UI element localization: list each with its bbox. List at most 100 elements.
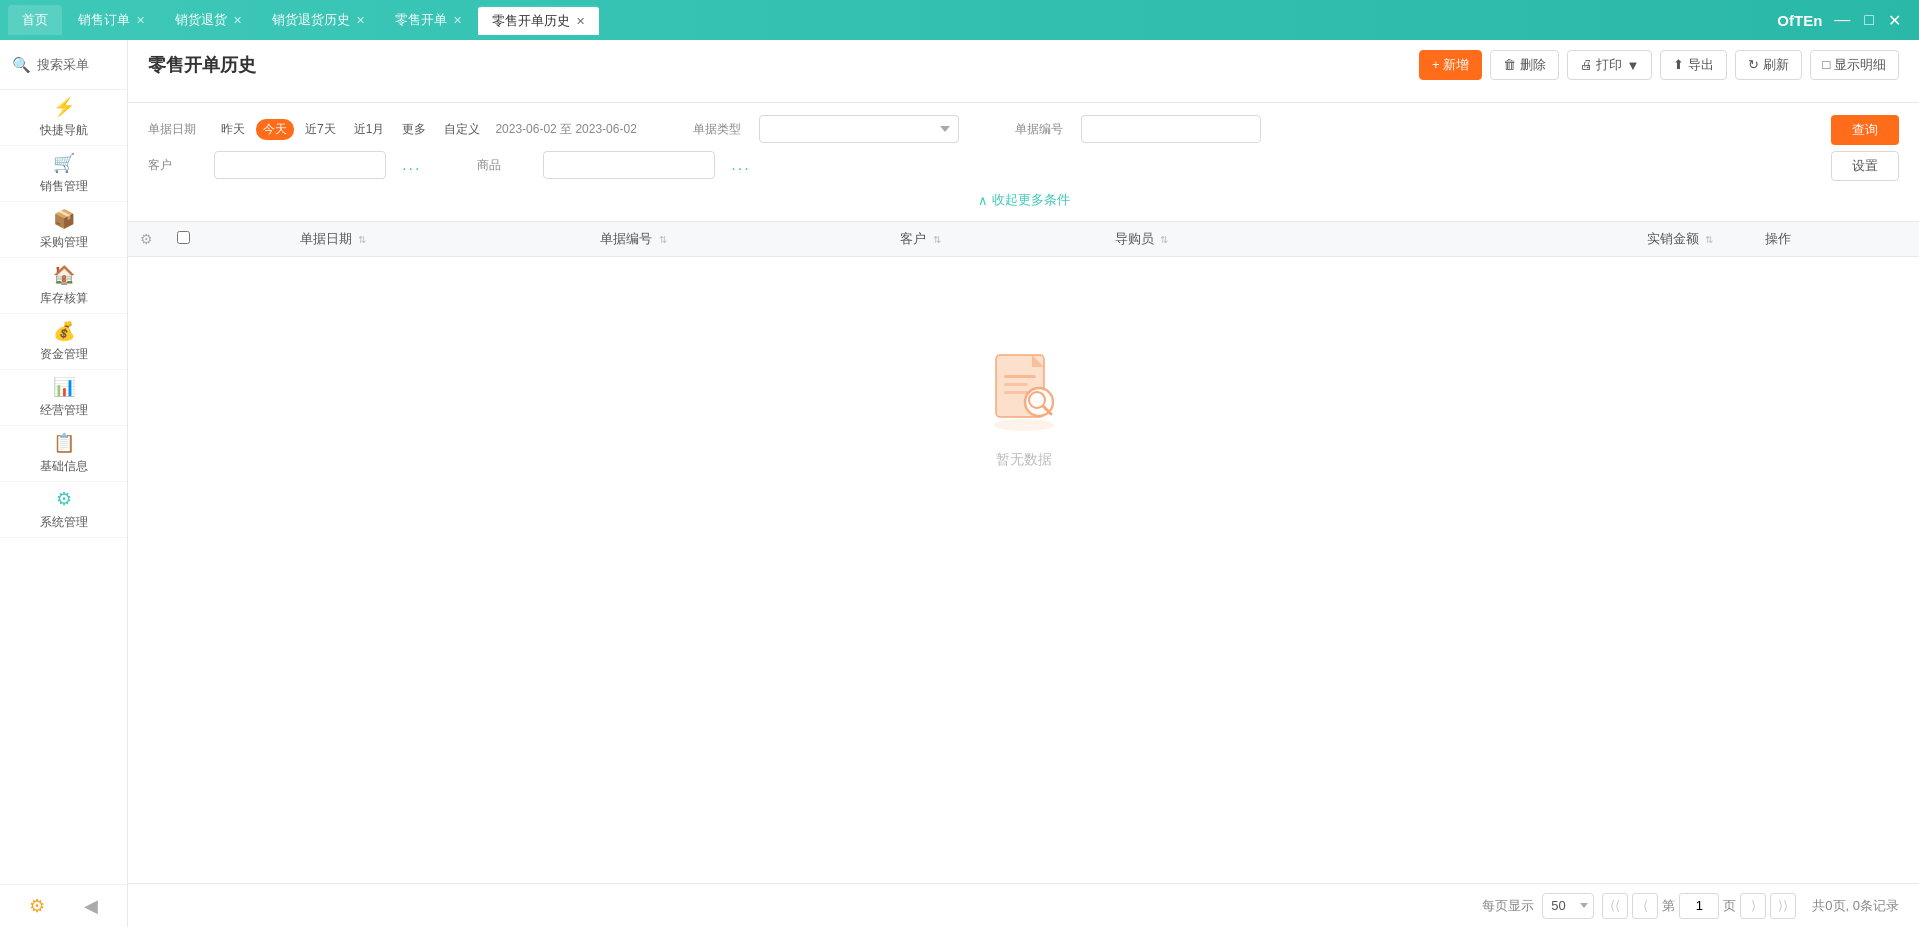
sidebar-settings-icon[interactable]: ⚙: [29, 895, 45, 917]
inventory-label: 库存核算: [40, 290, 88, 307]
th-customer: 客户 ⇅: [888, 222, 1102, 257]
tab-sales-return-history-close[interactable]: ✕: [356, 14, 365, 27]
data-table: ⚙ 单据日期 ⇅ 单据编号 ⇅: [128, 222, 1919, 549]
date-today[interactable]: 今天: [256, 119, 294, 140]
customer-input[interactable]: [214, 151, 386, 179]
tab-sales-return-history[interactable]: 销货退货历史 ✕: [258, 5, 379, 35]
date-range-value: 2023-06-02 至 2023-06-02: [495, 121, 636, 138]
page-number-input[interactable]: [1679, 893, 1719, 919]
th-amount-sort[interactable]: ⇅: [1705, 234, 1713, 245]
sidebar-item-operations[interactable]: 📊 经营管理: [0, 370, 127, 426]
content-area: 零售开单历史 + 新增 🗑 删除 🖨 打印 ▼ ⬆ 导出 ↻ 刷新 □ 显示明细: [128, 40, 1919, 927]
query-button[interactable]: 查询: [1831, 115, 1899, 145]
sidebar-collapse-icon[interactable]: ◀: [84, 895, 98, 917]
sidebar: 🔍 搜索采单 ⚡ 快捷导航 🛒 销售管理 📦 采购管理 🏠 库存核算 💰 资金管…: [0, 40, 128, 927]
page-label: 第: [1662, 897, 1675, 915]
sidebar-item-sales-mgmt[interactable]: 🛒 销售管理: [0, 146, 127, 202]
th-date-sort[interactable]: ⇅: [358, 234, 366, 245]
sidebar-item-inventory[interactable]: 🏠 库存核算: [0, 258, 127, 314]
tab-sales-return[interactable]: 销货退货 ✕: [161, 5, 256, 35]
first-page-button[interactable]: ⟨⟨: [1602, 893, 1628, 919]
delete-button[interactable]: 🗑 删除: [1490, 50, 1559, 80]
close-window-icon[interactable]: ✕: [1888, 11, 1901, 30]
tab-sales-return-close[interactable]: ✕: [233, 14, 242, 27]
tab-retail-open-label: 零售开单: [395, 11, 447, 29]
select-all-checkbox[interactable]: [177, 231, 190, 244]
search-icon: 🔍: [12, 56, 31, 74]
sidebar-item-system[interactable]: ⚙ 系统管理: [0, 482, 127, 538]
th-date: 单据日期 ⇅: [288, 222, 588, 257]
tab-sales-order-close[interactable]: ✕: [136, 14, 145, 27]
th-settings: ⚙: [128, 222, 165, 257]
th-ops: 操作: [1753, 222, 1919, 257]
inventory-icon: 🏠: [53, 264, 75, 286]
filter-settings-button[interactable]: 设置: [1831, 151, 1899, 181]
product-input[interactable]: [543, 151, 715, 179]
table-body: 暂无数据: [128, 257, 1919, 550]
add-button[interactable]: + 新增: [1419, 50, 1482, 80]
sidebar-search[interactable]: 🔍 搜索采单: [0, 40, 127, 90]
sidebar-item-purchase-mgmt[interactable]: 📦 采购管理: [0, 202, 127, 258]
doc-number-input[interactable]: [1081, 115, 1261, 143]
date-yesterday[interactable]: 昨天: [214, 119, 252, 140]
page-suffix: 页: [1723, 897, 1736, 915]
empty-state-cell: 暂无数据: [128, 257, 1919, 550]
th-number-label: 单据编号: [600, 231, 652, 246]
sidebar-bottom: ⚙ ◀: [0, 884, 127, 927]
tab-retail-open[interactable]: 零售开单 ✕: [381, 5, 476, 35]
sidebar-item-basic-info[interactable]: 📋 基础信息: [0, 426, 127, 482]
empty-text: 暂无数据: [996, 451, 1052, 469]
sales-mgmt-icon: 🛒: [53, 152, 75, 174]
collapse-bar[interactable]: ∧ 收起更多条件: [148, 191, 1899, 209]
th-number-sort[interactable]: ⇅: [659, 234, 667, 245]
system-label: 系统管理: [40, 514, 88, 531]
date-1month[interactable]: 近1月: [347, 119, 392, 140]
empty-icon: [974, 337, 1074, 437]
empty-state-row: 暂无数据: [128, 257, 1919, 550]
sales-mgmt-label: 销售管理: [40, 178, 88, 195]
quick-nav-icon: ⚡: [53, 96, 75, 118]
display-cols-button[interactable]: □ 显示明细: [1810, 50, 1899, 80]
date-custom[interactable]: 自定义: [437, 119, 487, 140]
customer-dots[interactable]: ...: [402, 156, 421, 174]
quick-nav-label: 快捷导航: [40, 122, 88, 139]
tab-retail-open-history[interactable]: 零售开单历史 ✕: [478, 5, 599, 35]
empty-state: 暂无数据: [128, 257, 1919, 549]
tab-home[interactable]: 首页: [8, 5, 62, 35]
doc-type-select[interactable]: [759, 115, 959, 143]
last-page-button[interactable]: ⟩⟩: [1770, 893, 1796, 919]
date-7days[interactable]: 近7天: [298, 119, 343, 140]
sidebar-item-finance[interactable]: 💰 资金管理: [0, 314, 127, 370]
maximize-icon[interactable]: □: [1864, 11, 1874, 30]
th-customer-sort[interactable]: ⇅: [933, 234, 941, 245]
doc-number-filter-label: 单据编号: [1015, 121, 1065, 138]
print-arrow: ▼: [1626, 58, 1639, 73]
th-date-label: 单据日期: [300, 231, 352, 246]
minimize-icon[interactable]: —: [1834, 11, 1850, 30]
per-page-label: 每页显示: [1482, 897, 1534, 915]
purchase-mgmt-label: 采购管理: [40, 234, 88, 251]
refresh-button[interactable]: ↻ 刷新: [1735, 50, 1802, 80]
operations-icon: 📊: [53, 376, 75, 398]
collapse-label: 收起更多条件: [992, 191, 1070, 209]
filter-area: 单据日期 昨天 今天 近7天 近1月 更多 自定义 2023-06-02 至 2…: [128, 103, 1919, 222]
product-dots[interactable]: ...: [731, 156, 750, 174]
export-button[interactable]: ⬆ 导出: [1660, 50, 1727, 80]
sidebar-item-quick-nav[interactable]: ⚡ 快捷导航: [0, 90, 127, 146]
sidebar-search-label: 搜索采单: [37, 56, 89, 74]
window-controls: — □ ✕: [1834, 11, 1901, 30]
page-nav: ⟨⟨ ⟨ 第 页 ⟩ ⟩⟩: [1602, 893, 1796, 919]
next-page-button[interactable]: ⟩: [1740, 893, 1766, 919]
tab-sales-order[interactable]: 销售订单 ✕: [64, 5, 159, 35]
collapse-up-icon: ∧: [978, 193, 988, 208]
date-more[interactable]: 更多: [395, 119, 433, 140]
tab-retail-open-history-close[interactable]: ✕: [576, 15, 585, 28]
tab-retail-open-close[interactable]: ✕: [453, 14, 462, 27]
table-settings-button[interactable]: ⚙: [140, 231, 153, 247]
svg-point-0: [994, 419, 1054, 431]
prev-page-button[interactable]: ⟨: [1632, 893, 1658, 919]
th-salesperson-sort[interactable]: ⇅: [1160, 234, 1168, 245]
per-page-select[interactable]: 50 20 100: [1542, 893, 1594, 919]
tab-retail-open-history-label: 零售开单历史: [492, 12, 570, 30]
print-button[interactable]: 🖨 打印 ▼: [1567, 50, 1653, 80]
